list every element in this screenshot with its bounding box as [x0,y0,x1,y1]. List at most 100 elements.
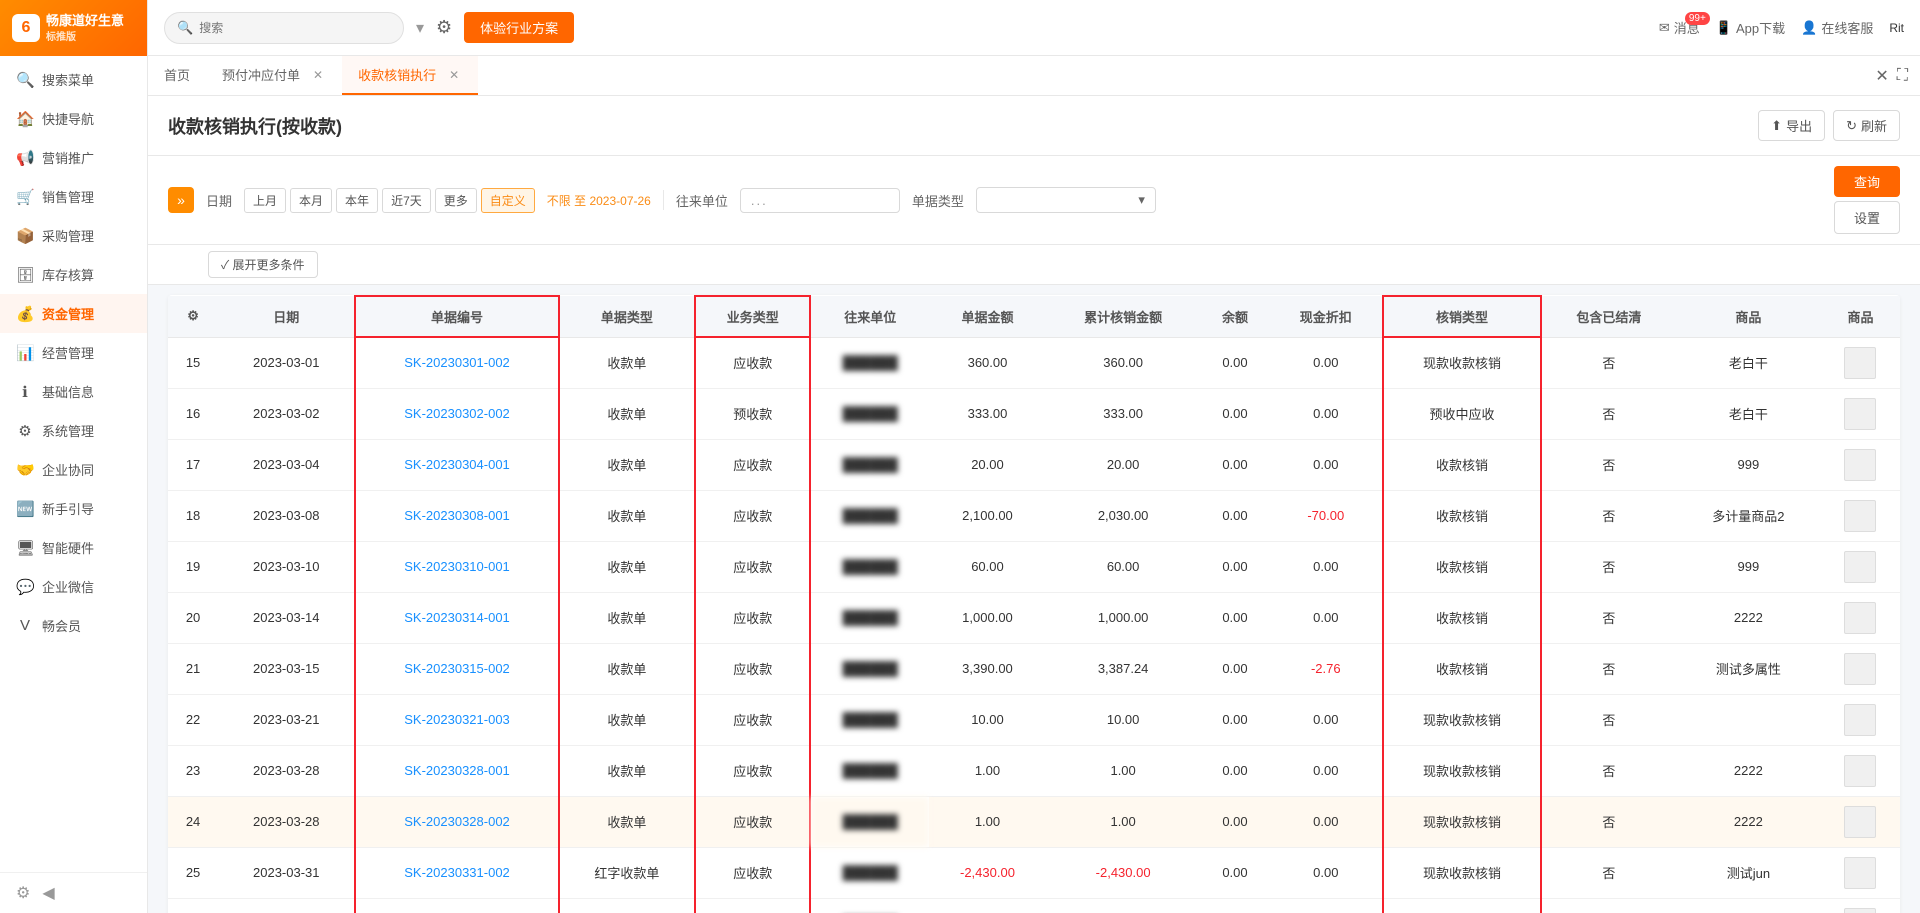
tab-close-all-icon[interactable]: ✕ [1875,66,1888,86]
cell-voucher-no[interactable]: SK-20230321-003 [355,694,558,745]
sidebar-item-label-quicknav: 快捷导航 [42,109,94,128]
sidebar-item-guide[interactable]: 🆕新手引导 [0,489,147,528]
cell-no: 19 [168,541,218,592]
sidebar-item-system[interactable]: ⚙系统管理 [0,411,147,450]
cell-product2 [1821,388,1900,439]
custom-date-btn[interactable]: 自定义 [481,188,535,213]
export-btn[interactable]: ⬆ 导出 [1758,110,1825,141]
cell-voucher-no[interactable]: SK-20230328-002 [355,796,558,847]
cell-product [1676,694,1821,745]
voucher-link[interactable]: SK-20230301-002 [404,355,510,370]
gear-icon[interactable]: ⚙ [436,17,452,38]
cell-voucher-no[interactable]: SK-20230304-001 [355,439,558,490]
main-area: 🔍 ▾ ⚙ 体验行业方案 ✉ 消息 99+ 📱 App下载 👤 在线客服 Rit [148,0,1920,913]
user-info[interactable]: Rit [1889,21,1904,35]
cell-voucher-no[interactable]: SK-20230328-001 [355,745,558,796]
message-btn[interactable]: ✉ 消息 99+ [1659,18,1700,37]
cell-accumulated: 360.00 [1046,337,1201,388]
search-box[interactable]: 🔍 [164,12,404,44]
sidebar-item-operation[interactable]: 📊经营管理 [0,333,147,372]
sidebar-item-hardware[interactable]: 🖥智能硬件 [0,528,147,567]
col-header-voucher-no: 单据编号 [355,296,558,337]
table-row: 152023-03-01SK-20230301-002收款单应收款██████3… [168,337,1900,388]
cell-accumulated: 10.00 [1046,694,1201,745]
product-thumbnail [1844,398,1876,430]
col-header-date: 日期 [218,296,355,337]
cell-balance: 0.00 [1200,847,1269,898]
voucher-link[interactable]: SK-20230310-001 [404,559,510,574]
tab-collection[interactable]: 收款核销执行 ✕ [342,56,478,95]
sidebar-item-sales[interactable]: 🛒销售管理 [0,177,147,216]
cell-voucher-no[interactable]: SK-20230310-001 [355,541,558,592]
online-service-btn[interactable]: 👤 在线客服 [1801,18,1873,37]
voucher-link[interactable]: SK-20230304-001 [404,457,510,472]
cell-voucher-no[interactable]: SK-20230302-002 [355,388,558,439]
voucher-type-select[interactable]: ▾ [976,187,1156,213]
cell-biz-type: 应收款 [695,592,810,643]
cell-amount: 3,390.00 [929,643,1046,694]
cell-voucher-no[interactable]: SK-20230315-002 [355,643,558,694]
voucher-link[interactable]: SK-20230308-001 [404,508,510,523]
voucher-link[interactable]: SK-20230302-002 [404,406,510,421]
solution-btn[interactable]: 体验行业方案 [464,12,574,43]
voucher-link[interactable]: SK-20230315-002 [404,661,510,676]
voucher-link[interactable]: SK-20230328-002 [404,814,510,829]
app-download-btn[interactable]: 📱 App下载 [1716,18,1785,37]
tab-collection-close[interactable]: ✕ [446,67,462,83]
cell-voucher-no[interactable]: SK-20230331-002 [355,847,558,898]
sidebar-item-purchase[interactable]: 📦采购管理 [0,216,147,255]
cell-cash-discount: 0.00 [1270,541,1384,592]
tab-fullscreen-icon[interactable]: ⛶ [1897,67,1908,85]
cell-date: 2023-03-02 [218,388,355,439]
cell-date: 2023-03-01 [218,337,355,388]
cell-amount: 10.00 [929,694,1046,745]
sidebar-item-member[interactable]: V畅会员 [0,606,147,645]
counterparty-select[interactable]: ... [740,188,900,213]
cell-product2 [1821,796,1900,847]
voucher-link[interactable]: SK-20230321-003 [404,712,510,727]
expand-more-btn[interactable]: ✓ 展开更多条件 [208,251,318,278]
cell-voucher-no[interactable]: SK-20230308-001 [355,490,558,541]
collapse-icon[interactable]: ◀ [42,883,54,903]
product-thumbnail [1844,908,1876,913]
cell-counterparty: ██████ [810,439,929,490]
voucher-link[interactable]: SK-20230331-002 [404,865,510,880]
topbar-right: ✉ 消息 99+ 📱 App下载 👤 在线客服 Rit [1659,18,1904,37]
sidebar-item-enterprise[interactable]: 🤝企业协同 [0,450,147,489]
cell-accumulated: 333.00 [1046,388,1201,439]
tab-home[interactable]: 首页 [148,56,206,95]
cell-voucher-type: 收款单 [559,745,696,796]
sidebar-item-marketing[interactable]: 📢营销推广 [0,138,147,177]
sidebar-item-wechat[interactable]: 💬企业微信 [0,567,147,606]
sidebar-item-label-enterprise: 企业协同 [42,460,94,479]
cell-accumulated: 20.00 [1046,439,1201,490]
cell-voucher-no[interactable]: SK-20230301-002 [355,337,558,388]
query-btn[interactable]: 查询 [1834,166,1900,197]
dropdown-icon[interactable]: ▾ [416,18,424,38]
sidebar-item-inventory[interactable]: 🗄库存核算 [0,255,147,294]
cell-voucher-no[interactable]: SK-20230314-001 [355,592,558,643]
tab-prepay-close[interactable]: ✕ [310,67,326,83]
refresh-btn[interactable]: ↻ 刷新 [1833,110,1900,141]
voucher-link[interactable]: SK-20230314-001 [404,610,510,625]
this-month-btn[interactable]: 本月 [290,188,332,213]
product-thumbnail [1844,347,1876,379]
this-year-btn[interactable]: 本年 [336,188,378,213]
filter-expand-btn[interactable]: » [168,187,194,213]
sidebar-item-search[interactable]: 🔍搜索菜单 [0,60,147,99]
sidebar-item-basic[interactable]: ℹ基础信息 [0,372,147,411]
last-month-btn[interactable]: 上月 [244,188,286,213]
col-header-biz-type: 业务类型 [695,296,810,337]
settings-icon[interactable]: ⚙ [16,883,30,903]
cell-voucher-no[interactable]: SK-20230403-002 [355,898,558,913]
settings-btn[interactable]: 设置 [1834,201,1900,234]
more-date-btn[interactable]: 更多 [435,188,477,213]
last-7days-btn[interactable]: 近7天 [382,188,431,213]
sidebar-item-finance[interactable]: 💰资金管理 [0,294,147,333]
message-icon: ✉ [1659,20,1670,36]
tab-prepay[interactable]: 预付冲应付单 ✕ [206,56,342,95]
sidebar-item-quicknav[interactable]: 🏠快捷导航 [0,99,147,138]
voucher-link[interactable]: SK-20230328-001 [404,763,510,778]
inventory-icon: 🗄 [16,266,34,284]
search-input[interactable] [199,21,391,35]
